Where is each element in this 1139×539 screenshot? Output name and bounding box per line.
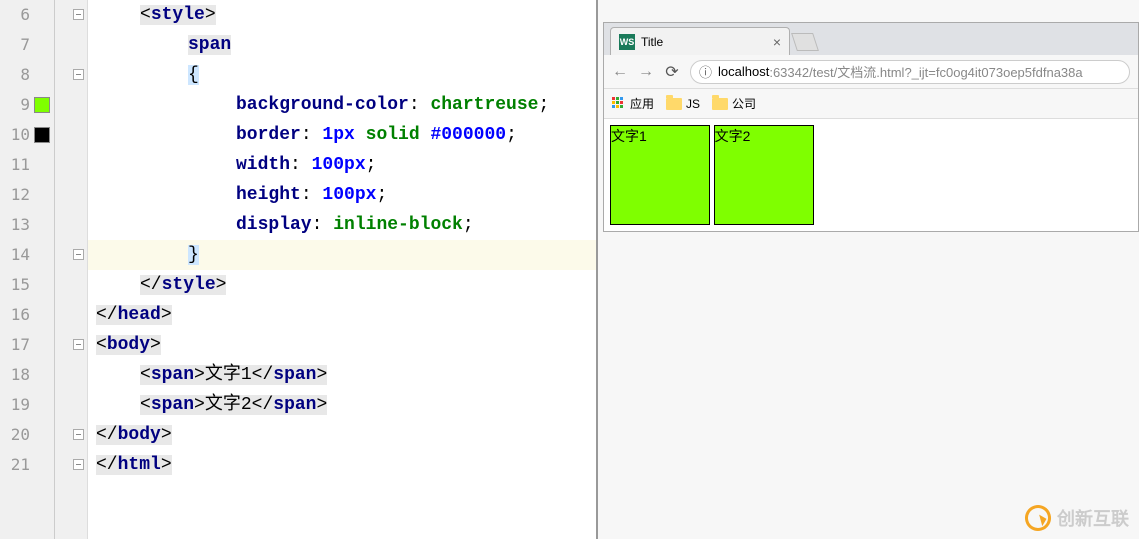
code-line[interactable]: </html>	[88, 450, 596, 480]
line-number: 6	[0, 0, 30, 30]
reload-icon[interactable]: ⟳	[664, 62, 680, 82]
code-line[interactable]: border: 1px solid #000000;	[88, 120, 596, 150]
code-line[interactable]: <span>文字1</span>	[88, 360, 596, 390]
url-input[interactable]: ⓘ localhost :63342/test/文档流.html?_ijt=fc…	[690, 60, 1130, 84]
fold-icon[interactable]	[73, 249, 84, 260]
preview-box: 文字1	[610, 125, 710, 225]
address-bar: ← → ⟳ ⓘ localhost :63342/test/文档流.html?_…	[604, 55, 1138, 89]
bookmarks-bar: 应用 JS 公司	[604, 89, 1138, 119]
line-number: 21	[0, 450, 30, 480]
new-tab-button[interactable]	[791, 33, 819, 51]
apps-button[interactable]: 应用	[612, 95, 654, 112]
line-number: 14	[0, 240, 30, 270]
watermark-text: 创新互联	[1057, 505, 1129, 531]
fold-icon[interactable]	[73, 459, 84, 470]
browser-tabbar: WS Title ×	[604, 23, 1138, 55]
preview-box: 文字2	[714, 125, 814, 225]
info-icon[interactable]: ⓘ	[699, 62, 712, 81]
line-number: 17	[0, 330, 30, 360]
apps-icon	[612, 97, 626, 111]
line-number: 20	[0, 420, 30, 450]
code-line[interactable]: </head>	[88, 300, 596, 330]
fold-icon[interactable]	[73, 429, 84, 440]
page-viewport: 文字1 文字2	[604, 119, 1138, 231]
browser-tab[interactable]: WS Title ×	[610, 27, 790, 55]
code-line[interactable]: <body>	[88, 330, 596, 360]
line-number: 12	[0, 180, 30, 210]
bookmark-label: JS	[686, 97, 700, 111]
code-line[interactable]: display: inline-block;	[88, 210, 596, 240]
tab-title: Title	[641, 35, 663, 49]
back-icon[interactable]: ←	[612, 63, 628, 81]
line-number: 10	[0, 120, 30, 150]
bookmark-item[interactable]: 公司	[712, 95, 756, 112]
watermark-icon	[1022, 502, 1054, 534]
browser-preview: WS Title × ← → ⟳ ⓘ localhost :63342/test…	[598, 0, 1139, 539]
code-line[interactable]: height: 100px;	[88, 180, 596, 210]
code-area[interactable]: <style>span{background-color: chartreuse…	[88, 0, 596, 480]
line-number: 19	[0, 390, 30, 420]
line-number: 8	[0, 60, 30, 90]
line-number: 18	[0, 360, 30, 390]
watermark: 创新互联	[1025, 505, 1129, 531]
code-line[interactable]: {	[88, 60, 596, 90]
fold-icon[interactable]	[73, 9, 84, 20]
line-number: 13	[0, 210, 30, 240]
bookmark-label: 公司	[732, 95, 756, 112]
line-number: 15	[0, 270, 30, 300]
bookmark-item[interactable]: JS	[666, 95, 700, 112]
favicon-icon: WS	[619, 34, 635, 50]
apps-label: 应用	[630, 95, 654, 112]
line-number: 9	[0, 90, 30, 120]
url-host: localhost	[718, 64, 769, 79]
close-icon[interactable]: ×	[773, 34, 781, 50]
fold-icon[interactable]	[73, 339, 84, 350]
line-number: 11	[0, 150, 30, 180]
fold-icon[interactable]	[73, 69, 84, 80]
color-swatch-icon[interactable]	[34, 127, 50, 143]
code-line[interactable]: }	[88, 240, 596, 270]
code-line[interactable]: span	[88, 30, 596, 60]
folder-icon	[712, 98, 728, 110]
folder-icon	[666, 98, 682, 110]
code-line[interactable]: <span>文字2</span>	[88, 390, 596, 420]
code-line[interactable]: <style>	[88, 0, 596, 30]
code-line[interactable]: </body>	[88, 420, 596, 450]
color-swatch-icon[interactable]	[34, 97, 50, 113]
line-number: 7	[0, 30, 30, 60]
code-line[interactable]: background-color: chartreuse;	[88, 90, 596, 120]
line-number: 16	[0, 300, 30, 330]
gutter: 6789101112131415161718192021	[0, 0, 88, 539]
code-editor[interactable]: 6789101112131415161718192021 <style>span…	[0, 0, 598, 539]
code-line[interactable]: </style>	[88, 270, 596, 300]
forward-icon: →	[638, 63, 654, 81]
code-line[interactable]: width: 100px;	[88, 150, 596, 180]
url-rest: :63342/test/文档流.html?_ijt=fc0og4it073oep…	[769, 62, 1082, 81]
